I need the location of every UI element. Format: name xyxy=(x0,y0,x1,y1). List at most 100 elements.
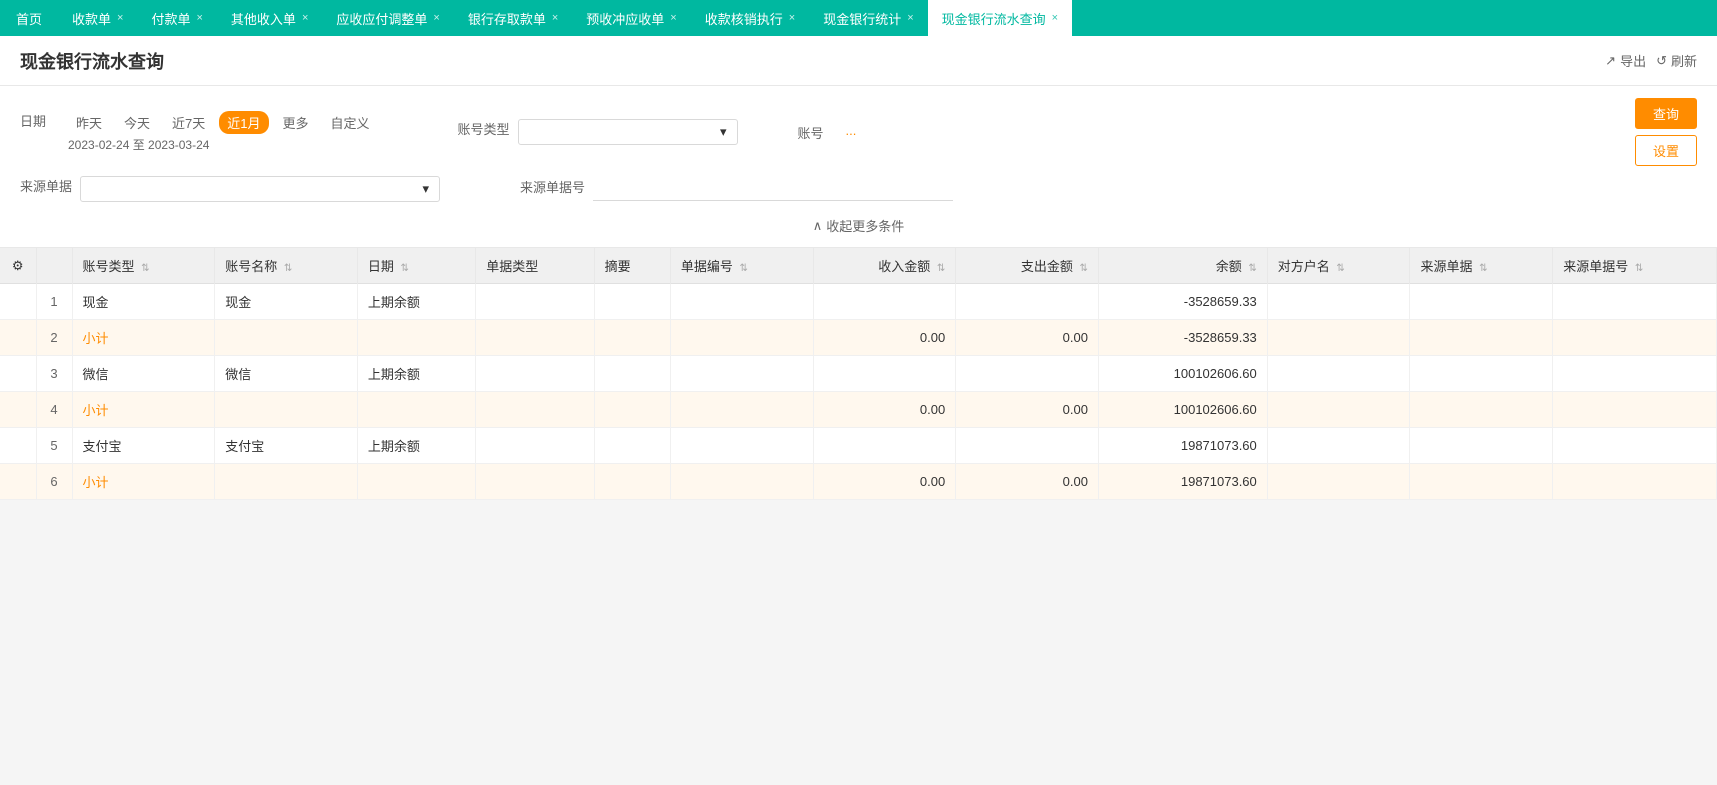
close-tab-2-icon[interactable]: × xyxy=(302,12,308,24)
cell-date xyxy=(357,392,475,428)
cell-doc-no xyxy=(670,320,813,356)
close-tab-1-icon[interactable]: × xyxy=(196,12,202,24)
cell-account-name: 支付宝 xyxy=(215,428,358,464)
nav-tab-prepay[interactable]: 预收冲应收单 × xyxy=(572,0,690,36)
cell-doc-no xyxy=(670,284,813,320)
nav-tab-cashflow[interactable]: 现金银行流水查询 × xyxy=(928,0,1072,36)
filter-row-2: 来源单据 ▾ 来源单据号 xyxy=(20,176,1697,202)
date-btn-1month[interactable]: 近1月 xyxy=(219,111,268,134)
cell-income xyxy=(813,428,956,464)
sort-balance-icon: ⇅ xyxy=(1248,263,1256,274)
source-doc-chevron-icon: ▾ xyxy=(422,181,429,197)
th-source-doc[interactable]: 来源单据 ⇅ xyxy=(1410,248,1553,284)
cell-doc-type xyxy=(476,392,594,428)
cell-source-doc xyxy=(1410,356,1553,392)
table-header-row: ⚙ 账号类型 ⇅ 账号名称 ⇅ 日期 ⇅ 单据类型 xyxy=(0,248,1717,284)
query-button[interactable]: 查询 xyxy=(1635,98,1697,129)
th-counterparty[interactable]: 对方户名 ⇅ xyxy=(1267,248,1410,284)
account-type-filter-group: 账号类型 ▾ xyxy=(458,119,738,145)
date-range-display: 2023-02-24 至 2023-03-24 xyxy=(68,136,378,153)
date-btn-today[interactable]: 今天 xyxy=(116,111,158,134)
account-more-button[interactable]: ... xyxy=(846,123,857,138)
sort-account-name-icon: ⇅ xyxy=(284,263,292,274)
th-account-type[interactable]: 账号类型 ⇅ xyxy=(72,248,215,284)
sort-counterparty-icon: ⇅ xyxy=(1336,263,1344,274)
th-gear[interactable]: ⚙ xyxy=(0,248,36,284)
th-date[interactable]: 日期 ⇅ xyxy=(357,248,475,284)
cell-summary xyxy=(594,356,670,392)
refresh-icon: ↺ xyxy=(1656,53,1667,69)
cell-account-type: 小计 xyxy=(72,320,215,356)
header-actions: ↗ 导出 ↺ 刷新 xyxy=(1605,51,1697,70)
cell-doc-no xyxy=(670,392,813,428)
nav-tab-qtsr[interactable]: 其他收入单 × xyxy=(217,0,322,36)
cell-balance: -3528659.33 xyxy=(1098,284,1267,320)
th-expense[interactable]: 支出金额 ⇅ xyxy=(956,248,1099,284)
cell-gear xyxy=(0,464,36,500)
nav-tab-fukuandan[interactable]: 付款单 × xyxy=(137,0,216,36)
account-type-chevron-icon: ▾ xyxy=(720,124,727,140)
close-tab-5-icon[interactable]: × xyxy=(670,12,676,24)
cell-balance: 19871073.60 xyxy=(1098,428,1267,464)
data-table: ⚙ 账号类型 ⇅ 账号名称 ⇅ 日期 ⇅ 单据类型 xyxy=(0,248,1717,500)
th-balance[interactable]: 余额 ⇅ xyxy=(1098,248,1267,284)
cell-source-doc xyxy=(1410,392,1553,428)
cell-no: 2 xyxy=(36,320,72,356)
close-tab-3-icon[interactable]: × xyxy=(433,12,439,24)
date-btn-more[interactable]: 更多 xyxy=(275,111,317,134)
cell-doc-no xyxy=(670,464,813,500)
th-income[interactable]: 收入金额 ⇅ xyxy=(813,248,956,284)
cell-doc-type xyxy=(476,320,594,356)
date-btn-custom[interactable]: 自定义 xyxy=(323,111,378,134)
cell-doc-type xyxy=(476,284,594,320)
date-btn-7days[interactable]: 近7天 xyxy=(164,111,213,134)
close-tab-6-icon[interactable]: × xyxy=(789,12,795,24)
th-doc-no[interactable]: 单据编号 ⇅ xyxy=(670,248,813,284)
refresh-button[interactable]: ↺ 刷新 xyxy=(1656,51,1697,70)
nav-tab-stats[interactable]: 现金银行统计 × xyxy=(809,0,927,36)
nav-tab-shoukuandan[interactable]: 收款单 × xyxy=(58,0,137,36)
sort-source-doc-no-icon: ⇅ xyxy=(1635,263,1643,274)
cell-no: 3 xyxy=(36,356,72,392)
nav-home[interactable]: 首页 xyxy=(0,0,58,36)
source-doc-no-input[interactable] xyxy=(593,177,953,201)
cell-summary xyxy=(594,428,670,464)
collapse-button[interactable]: ∧ 收起更多条件 xyxy=(813,216,905,235)
close-tab-7-icon[interactable]: × xyxy=(907,12,913,24)
nav-tab-verify[interactable]: 收款核销执行 × xyxy=(691,0,809,36)
th-account-name[interactable]: 账号名称 ⇅ xyxy=(215,248,358,284)
cell-source-doc xyxy=(1410,284,1553,320)
nav-tab-bank[interactable]: 银行存取款单 × xyxy=(454,0,572,36)
th-source-doc-no[interactable]: 来源单据号 ⇅ xyxy=(1553,248,1717,284)
close-tab-8-icon[interactable]: × xyxy=(1052,12,1058,24)
date-btn-yesterday[interactable]: 昨天 xyxy=(68,111,110,134)
cell-source-doc xyxy=(1410,464,1553,500)
cell-income: 0.00 xyxy=(813,464,956,500)
cell-gear xyxy=(0,428,36,464)
cell-account-type: 现金 xyxy=(72,284,215,320)
cell-no: 6 xyxy=(36,464,72,500)
cell-account-name xyxy=(215,464,358,500)
account-label: 账号 xyxy=(798,123,838,142)
cell-gear xyxy=(0,356,36,392)
cell-balance: 100102606.60 xyxy=(1098,356,1267,392)
close-tab-0-icon[interactable]: × xyxy=(117,12,123,24)
cell-source-doc xyxy=(1410,320,1553,356)
source-doc-select[interactable]: ▾ xyxy=(80,176,440,202)
cell-date: 上期余额 xyxy=(357,356,475,392)
account-type-select[interactable]: ▾ xyxy=(518,119,738,145)
cell-source-doc-no xyxy=(1553,284,1717,320)
source-doc-filter-group: 来源单据 ▾ xyxy=(20,176,440,202)
cell-no: 4 xyxy=(36,392,72,428)
cell-source-doc-no xyxy=(1553,464,1717,500)
table-row: 5 支付宝 支付宝 上期余额 19871073.60 xyxy=(0,428,1717,464)
export-button[interactable]: ↗ 导出 xyxy=(1605,51,1646,70)
filter-area: 日期 昨天 今天 近7天 近1月 更多 自定义 2023-02-24 至 202… xyxy=(0,86,1717,248)
close-tab-4-icon[interactable]: × xyxy=(552,12,558,24)
cell-gear xyxy=(0,392,36,428)
cell-source-doc-no xyxy=(1553,392,1717,428)
cell-source-doc-no xyxy=(1553,356,1717,392)
nav-tab-adjust[interactable]: 应收应付调整单 × xyxy=(322,0,453,36)
settings-button[interactable]: 设置 xyxy=(1635,135,1697,166)
cell-source-doc-no xyxy=(1553,428,1717,464)
